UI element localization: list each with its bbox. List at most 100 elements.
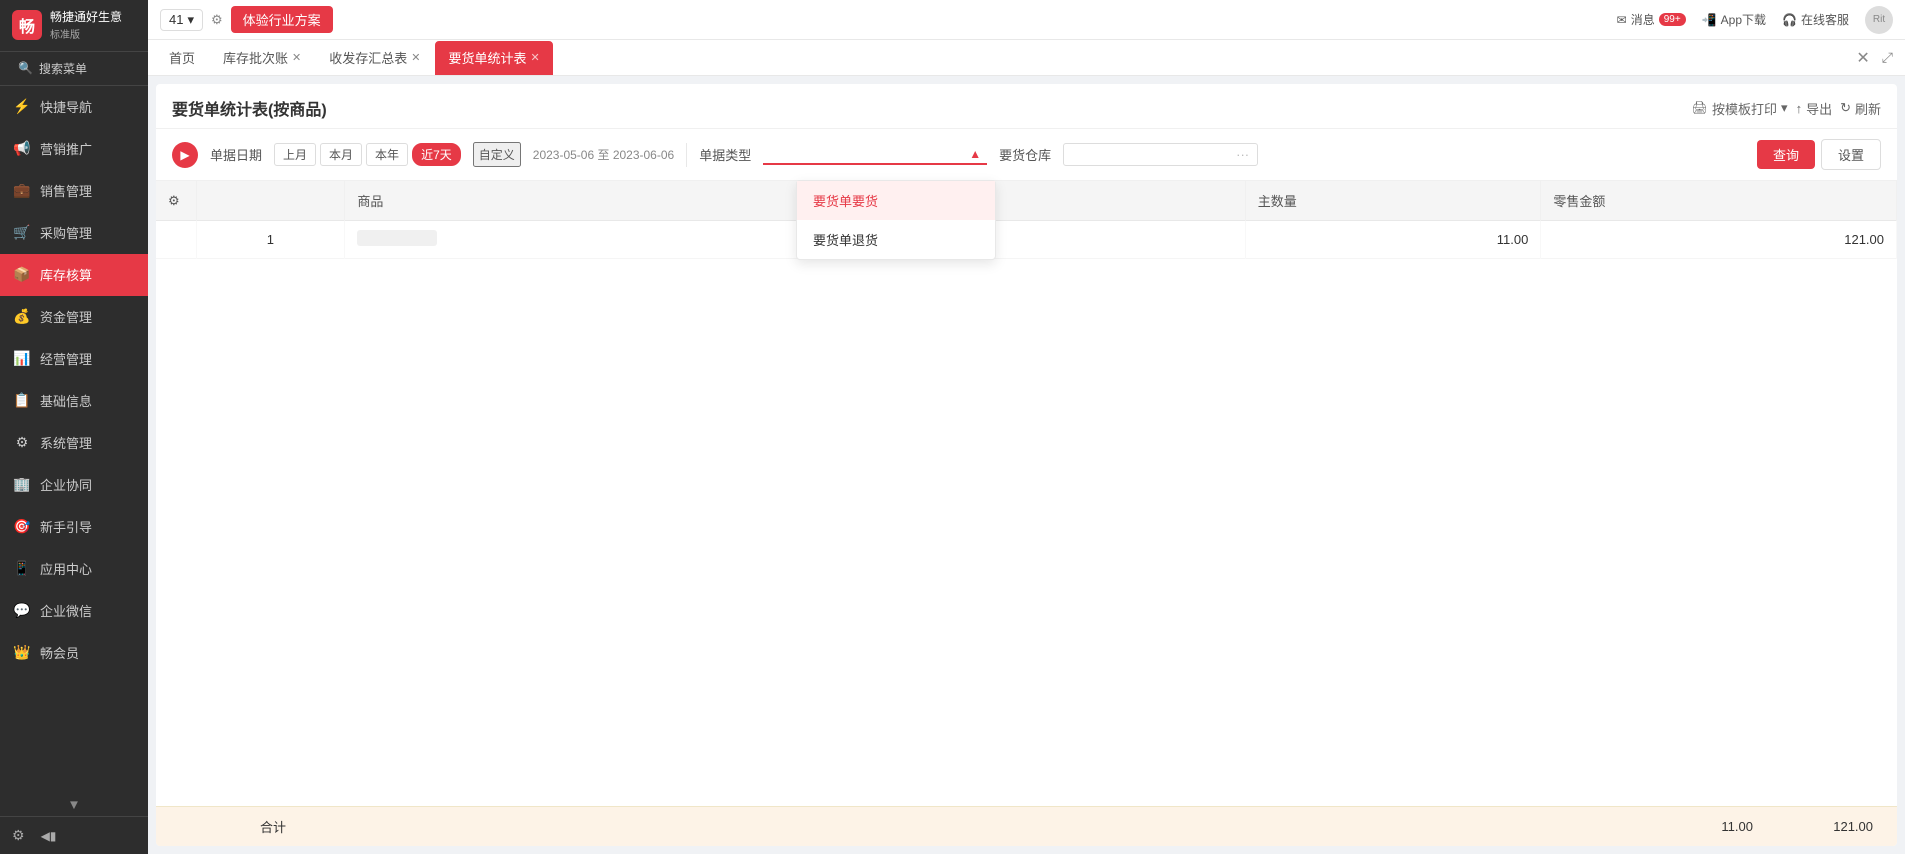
enterprise-icon: 🏢 xyxy=(12,475,32,495)
finance-icon: 💰 xyxy=(12,307,32,327)
th-goods: 商品 xyxy=(345,181,830,221)
tab-order-stats-label: 要货单统计表 xyxy=(448,48,526,67)
tab-order-stats[interactable]: 要货单统计表 ✕ xyxy=(435,41,552,75)
main-area: 41 ▾ ⚙ 体验行业方案 ✉ 消息 99+ 📲 App下载 🎧 在线客服 Ri… xyxy=(148,0,1905,854)
type-input[interactable] xyxy=(769,146,969,161)
sidebar-item-label: 采购管理 xyxy=(40,223,92,242)
sidebar-item-inventory[interactable]: 📦 库存核算 xyxy=(0,254,148,296)
sidebar-item-label: 营销推广 xyxy=(40,139,92,158)
table-container: ⚙ 商品 主计量单位 主数量 零售金额 1 xyxy=(156,181,1897,806)
sidebar-item-enterprise[interactable]: 🏢 企业协同 xyxy=(0,464,148,506)
sidebar-item-system[interactable]: ⚙ 系统管理 xyxy=(0,422,148,464)
topbar-settings-icon[interactable]: ⚙ xyxy=(211,12,223,28)
settings-btn[interactable]: 设置 xyxy=(1821,139,1881,170)
footer-amount: 121.00 xyxy=(1765,819,1885,834)
warehouse-label: 要货仓库 xyxy=(999,145,1051,164)
goods-placeholder xyxy=(357,230,437,246)
message-btn[interactable]: ✉ 消息 99+ xyxy=(1617,11,1686,28)
sidebar-item-marketing[interactable]: 📢 营销推广 xyxy=(0,128,148,170)
tab-home[interactable]: 首页 xyxy=(156,41,208,75)
type-dropdown: 要货单要货 要货单退货 xyxy=(796,180,996,260)
sidebar-item-label: 畅会员 xyxy=(40,643,79,662)
operations-icon: 📊 xyxy=(12,349,32,369)
print-btn[interactable]: 🖨 按模板打印 ▾ xyxy=(1692,99,1788,118)
tabbar-close-all[interactable]: ✕ xyxy=(1852,48,1873,68)
type-chevron-icon[interactable]: ▲ xyxy=(969,147,981,161)
guide-icon: 🎯 xyxy=(12,517,32,537)
date-this-year-btn[interactable]: 本年 xyxy=(366,143,408,166)
filter-expand-btn[interactable]: ▶ xyxy=(172,142,198,168)
logo-icon: 畅 xyxy=(12,10,42,40)
page-header: 要货单统计表(按商品) 🖨 按模板打印 ▾ ↑ 导出 ↻ 刷新 xyxy=(156,84,1897,129)
avatar[interactable]: Rit xyxy=(1865,6,1893,34)
warehouse-input[interactable] xyxy=(1072,147,1232,162)
export-btn[interactable]: ↑ 导出 xyxy=(1796,99,1833,118)
sidebar-item-sales[interactable]: 💼 销售管理 xyxy=(0,170,148,212)
sidebar-item-wechat[interactable]: 💬 企业微信 xyxy=(0,590,148,632)
tab-receivable-summary[interactable]: 收发存汇总表 ✕ xyxy=(316,41,433,75)
sales-icon: 💼 xyxy=(12,181,32,201)
inventory-icon: 📦 xyxy=(12,265,32,285)
date-last-7-days-btn[interactable]: 近7天 xyxy=(412,143,461,166)
td-row-num: 1 xyxy=(196,221,345,259)
basic-icon: 📋 xyxy=(12,391,32,411)
sidebar-item-operations[interactable]: 📊 经营管理 xyxy=(0,338,148,380)
topbar: 41 ▾ ⚙ 体验行业方案 ✉ 消息 99+ 📲 App下载 🎧 在线客服 Ri… xyxy=(148,0,1905,40)
message-label: 消息 xyxy=(1631,11,1655,28)
sidebar-item-finance[interactable]: 💰 资金管理 xyxy=(0,296,148,338)
sidebar-item-member[interactable]: 👑 畅会员 xyxy=(0,632,148,674)
trial-industry-button[interactable]: 体验行业方案 xyxy=(231,6,333,33)
store-selector[interactable]: 41 ▾ xyxy=(160,9,203,31)
sidebar-item-purchase[interactable]: 🛒 采购管理 xyxy=(0,212,148,254)
sidebar-search[interactable]: 🔍 搜索菜单 xyxy=(0,52,148,86)
page-content: 要货单统计表(按商品) 🖨 按模板打印 ▾ ↑ 导出 ↻ 刷新 ▶ xyxy=(156,84,1897,846)
sidebar: 畅 畅捷通好生意 标准版 🔍 搜索菜单 ⚡ 快捷导航 📢 营销推广 💼 销售管理… xyxy=(0,0,148,854)
table-row: 1 块 11.00 121.00 xyxy=(156,221,1897,259)
tab-inventory-batch[interactable]: 库存批次账 ✕ xyxy=(210,41,314,75)
sidebar-scroll-down[interactable]: ▼ xyxy=(0,793,148,816)
date-this-month-btn[interactable]: 本月 xyxy=(320,143,362,166)
tabbar: 首页 库存批次账 ✕ 收发存汇总表 ✕ 要货单统计表 ✕ ✕ ⤢ xyxy=(148,40,1905,76)
date-range-display: 2023-05-06 至 2023-06-06 xyxy=(533,146,674,163)
sidebar-item-quick-nav[interactable]: ⚡ 快捷导航 xyxy=(0,86,148,128)
tab-receivable-summary-close[interactable]: ✕ xyxy=(411,51,420,64)
table-body: 1 块 11.00 121.00 xyxy=(156,221,1897,259)
message-badge: 99+ xyxy=(1659,13,1686,26)
tab-order-stats-close[interactable]: ✕ xyxy=(531,51,540,64)
page-title: 要货单统计表(按商品) xyxy=(172,96,327,120)
filter-divider xyxy=(686,143,687,167)
sidebar-item-basic[interactable]: 📋 基础信息 xyxy=(0,380,148,422)
tabbar-maximize[interactable]: ⤢ xyxy=(1878,49,1897,66)
app-download-btn[interactable]: 📲 App下载 xyxy=(1702,11,1766,28)
print-chevron-icon: ▾ xyxy=(1781,100,1788,116)
warehouse-more-icon[interactable]: ··· xyxy=(1236,147,1249,162)
export-icon: ↑ xyxy=(1796,101,1803,116)
td-empty xyxy=(156,221,196,259)
sidebar-nav: ⚡ 快捷导航 📢 营销推广 💼 销售管理 🛒 采购管理 📦 库存核算 💰 资金管… xyxy=(0,86,148,793)
sidebar-item-guide[interactable]: 🎯 新手引导 xyxy=(0,506,148,548)
sidebar-item-app-center[interactable]: 📱 应用中心 xyxy=(0,548,148,590)
sidebar-item-label: 库存核算 xyxy=(40,265,92,284)
tab-inventory-batch-close[interactable]: ✕ xyxy=(292,51,301,64)
app-center-icon: 📱 xyxy=(12,559,32,579)
sidebar-item-label: 基础信息 xyxy=(40,391,92,410)
dropdown-item-order-return[interactable]: 要货单退货 xyxy=(797,220,995,259)
logo-sub: 标准版 xyxy=(50,26,122,41)
online-service-btn[interactable]: 🎧 在线客服 xyxy=(1782,11,1849,28)
settings-icon[interactable]: ⚙ xyxy=(12,827,25,844)
date-custom-btn[interactable]: 自定义 xyxy=(473,142,521,167)
td-goods xyxy=(345,221,830,259)
sidebar-item-label: 销售管理 xyxy=(40,181,92,200)
td-amount: 121.00 xyxy=(1541,221,1897,259)
refresh-btn[interactable]: ↻ 刷新 xyxy=(1840,99,1881,118)
filter-actions: 查询 设置 xyxy=(1757,139,1881,170)
collapse-icon[interactable]: ◀▮ xyxy=(41,829,57,843)
type-select[interactable]: ▲ xyxy=(763,144,987,165)
query-btn[interactable]: 查询 xyxy=(1757,140,1815,169)
avatar-text: Rit xyxy=(1873,14,1885,25)
tab-receivable-summary-label: 收发存汇总表 xyxy=(329,48,407,67)
date-last-month-btn[interactable]: 上月 xyxy=(274,143,316,166)
th-settings[interactable]: ⚙ xyxy=(156,181,196,221)
dropdown-item-order-goods[interactable]: 要货单要货 xyxy=(797,181,995,220)
quick-nav-icon: ⚡ xyxy=(12,97,32,117)
